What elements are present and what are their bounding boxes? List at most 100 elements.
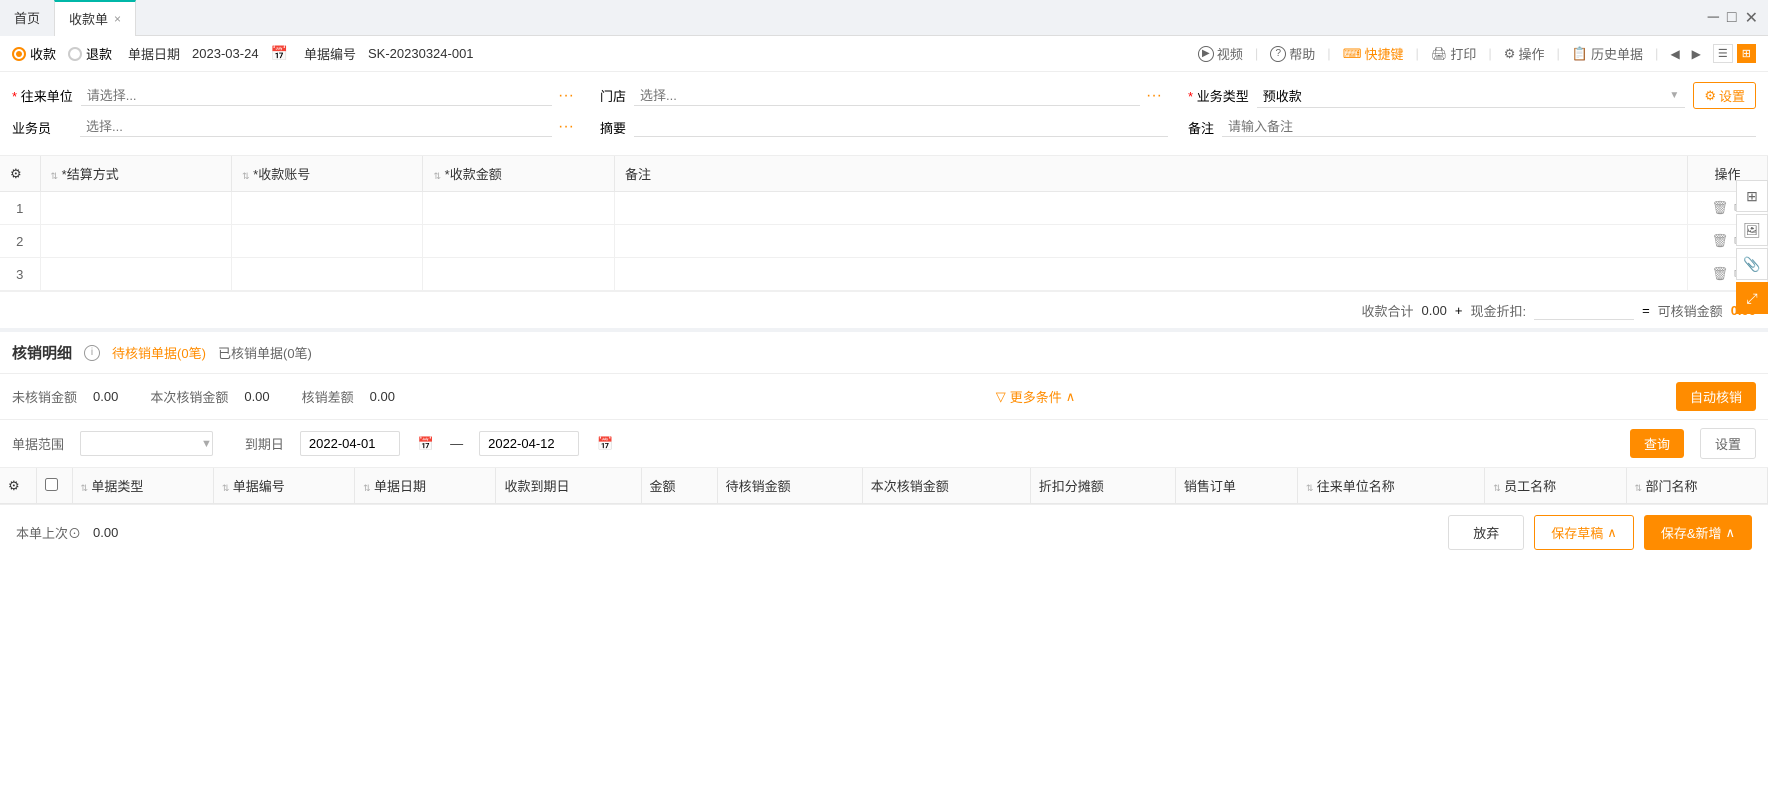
verify-settings-btn[interactable]: 设置 — [1700, 428, 1756, 459]
shortcut-btn[interactable]: ⌨ 快捷键 — [1343, 44, 1404, 63]
remarks-label: 备注 — [1188, 118, 1214, 137]
right-expand-icon[interactable]: ⤢ — [1736, 282, 1768, 314]
grid-view-icon[interactable]: ⊞ — [1737, 44, 1756, 63]
sort-up-settlement[interactable]: ⇅ — [51, 171, 59, 181]
sort-type[interactable]: ⇅ — [81, 483, 89, 493]
staff-input[interactable] — [80, 117, 552, 137]
delete-icon-1[interactable]: 🗑 — [1712, 200, 1729, 216]
required-star: * — [12, 89, 17, 104]
operation-btn[interactable]: ⚙ 操作 — [1504, 44, 1545, 63]
prev-icon[interactable]: ◀ — [1670, 47, 1679, 61]
net-label: 可核销金额 — [1658, 301, 1723, 320]
tab-receipt[interactable]: 收款单 × — [54, 0, 136, 36]
maximize-icon[interactable]: □ — [1727, 9, 1737, 27]
range-select-wrap: ▼ — [80, 431, 213, 456]
table-settings-icon[interactable]: ⚙ — [10, 166, 22, 181]
settings-button[interactable]: ⚙ 设置 — [1693, 82, 1756, 109]
total-value: 0.00 — [1422, 303, 1447, 318]
sort-up-account[interactable]: ⇅ — [242, 171, 250, 181]
due-date-from-input[interactable] — [300, 431, 400, 456]
verify-header: 核销明细 i 待核销单据(0笔) 已核销单据(0笔) — [0, 332, 1768, 374]
cell-account-1[interactable] — [231, 192, 422, 225]
save-draft-label: 保存草稿 — [1551, 523, 1603, 542]
remarks-input[interactable] — [1222, 117, 1756, 137]
discount-input[interactable] — [1534, 300, 1634, 320]
cell-account-3[interactable] — [231, 258, 422, 291]
print-icon: 🖨 — [1431, 46, 1448, 62]
delete-icon-3[interactable]: 🗑 — [1712, 266, 1729, 282]
biz-type-select[interactable]: 预收款 ▼ — [1257, 84, 1686, 108]
filter-amounts-row: 未核销金额 0.00 本次核销金额 0.00 核销差额 0.00 ▽ 更多条件 … — [0, 374, 1768, 420]
tab-home[interactable]: 首页 — [0, 0, 54, 36]
save-new-btn[interactable]: 保存&新增 ∧ — [1644, 515, 1752, 550]
toolbar-actions: ▶ 视频 | ? 帮助 | ⌨ 快捷键 | 🖨 打印 | ⚙ 操作 — [1198, 44, 1756, 63]
cell-remarks-2[interactable] — [614, 225, 1687, 258]
cell-remarks-1[interactable] — [614, 192, 1687, 225]
right-paperclip-icon[interactable]: 📎 — [1736, 248, 1768, 280]
cell-amount-1[interactable] — [423, 192, 614, 225]
bth-check — [36, 468, 72, 504]
partner-input[interactable] — [81, 86, 552, 106]
cell-settlement-1[interactable] — [40, 192, 231, 225]
delete-icon-2[interactable]: 🗑 — [1712, 233, 1729, 249]
diff-value: 0.00 — [370, 389, 395, 404]
partner-more-icon[interactable]: ··· — [552, 87, 580, 105]
right-image-icon[interactable]: 🖼 — [1736, 214, 1768, 246]
auto-verify-btn[interactable]: 自动核销 — [1676, 382, 1756, 411]
radio-receipt-dot — [12, 47, 26, 61]
due-date-to-input[interactable] — [479, 431, 579, 456]
cell-amount-3[interactable] — [423, 258, 614, 291]
verify-info-icon[interactable]: i — [84, 345, 100, 361]
calendar-icon[interactable]: 📅 — [271, 45, 288, 62]
cal-icon-from[interactable]: 📅 — [418, 436, 434, 452]
bth-pending: 待核销金额 — [717, 468, 862, 504]
cell-account-2[interactable] — [231, 225, 422, 258]
biz-type-chevron: ▼ — [1669, 90, 1679, 101]
filter-fields-row: 单据范围 ▼ 到期日 📅 — 📅 查询 设置 — [0, 420, 1768, 468]
diff-label: 核销差额 — [302, 387, 354, 406]
row-no-3: 3 — [0, 258, 40, 291]
radio-refund[interactable]: 退款 — [68, 44, 112, 63]
right-panel: ⊞ 🖼 📎 ⤢ — [1736, 180, 1768, 314]
print-btn[interactable]: 🖨 打印 — [1431, 44, 1477, 63]
store-more-icon[interactable]: ··· — [1140, 87, 1168, 105]
biz-type-field: * 业务类型 预收款 ▼ ⚙ 设置 — [1188, 82, 1756, 109]
pending-tab[interactable]: 待核销单据(0笔) — [112, 343, 206, 362]
radio-receipt[interactable]: 收款 — [12, 44, 56, 63]
minimize-icon[interactable]: ─ — [1708, 9, 1719, 27]
cell-remarks-3[interactable] — [614, 258, 1687, 291]
right-table-icon[interactable]: ⊞ — [1736, 180, 1768, 212]
store-input[interactable] — [634, 86, 1140, 106]
staff-more-icon[interactable]: ··· — [552, 118, 580, 136]
settings-icon: ⚙ — [1704, 88, 1716, 104]
sort-date[interactable]: ⇅ — [363, 483, 371, 493]
window-close-icon[interactable]: ✕ — [1745, 8, 1758, 28]
bth-discount: 折扣分摊额 — [1030, 468, 1175, 504]
cal-icon-to[interactable]: 📅 — [597, 436, 613, 452]
save-new-chevron: ∧ — [1725, 525, 1735, 541]
list-view-icon[interactable]: ☰ — [1713, 44, 1733, 63]
summary-input[interactable] — [634, 117, 1168, 137]
sort-partner[interactable]: ⇅ — [1306, 483, 1314, 493]
help-btn[interactable]: ? 帮助 — [1270, 44, 1315, 63]
abandon-btn[interactable]: 放弃 — [1448, 515, 1524, 550]
save-draft-btn[interactable]: 保存草稿 ∧ — [1534, 515, 1634, 550]
video-btn[interactable]: ▶ 视频 — [1198, 44, 1243, 63]
tab-close-icon[interactable]: × — [114, 12, 121, 26]
next-icon[interactable]: ▶ — [1692, 47, 1701, 61]
query-btn[interactable]: 查询 — [1630, 429, 1684, 458]
more-conditions-btn[interactable]: ▽ 更多条件 ∧ — [996, 387, 1076, 406]
cell-settlement-2[interactable] — [40, 225, 231, 258]
select-all-checkbox[interactable] — [45, 478, 58, 491]
sort-staff[interactable]: ⇅ — [1493, 483, 1501, 493]
btable-settings-icon[interactable]: ⚙ — [8, 478, 20, 493]
sort-no[interactable]: ⇅ — [222, 483, 230, 493]
range-select[interactable] — [81, 432, 213, 455]
sort-up-amount[interactable]: ⇅ — [433, 171, 441, 181]
history-btn[interactable]: 📋 历史单据 — [1572, 44, 1643, 63]
cell-amount-2[interactable] — [423, 225, 614, 258]
bth-staff-name: ⇅ 员工名称 — [1485, 468, 1626, 504]
done-tab[interactable]: 已核销单据(0笔) — [218, 343, 312, 362]
cell-settlement-3[interactable] — [40, 258, 231, 291]
sort-dept[interactable]: ⇅ — [1635, 483, 1643, 493]
